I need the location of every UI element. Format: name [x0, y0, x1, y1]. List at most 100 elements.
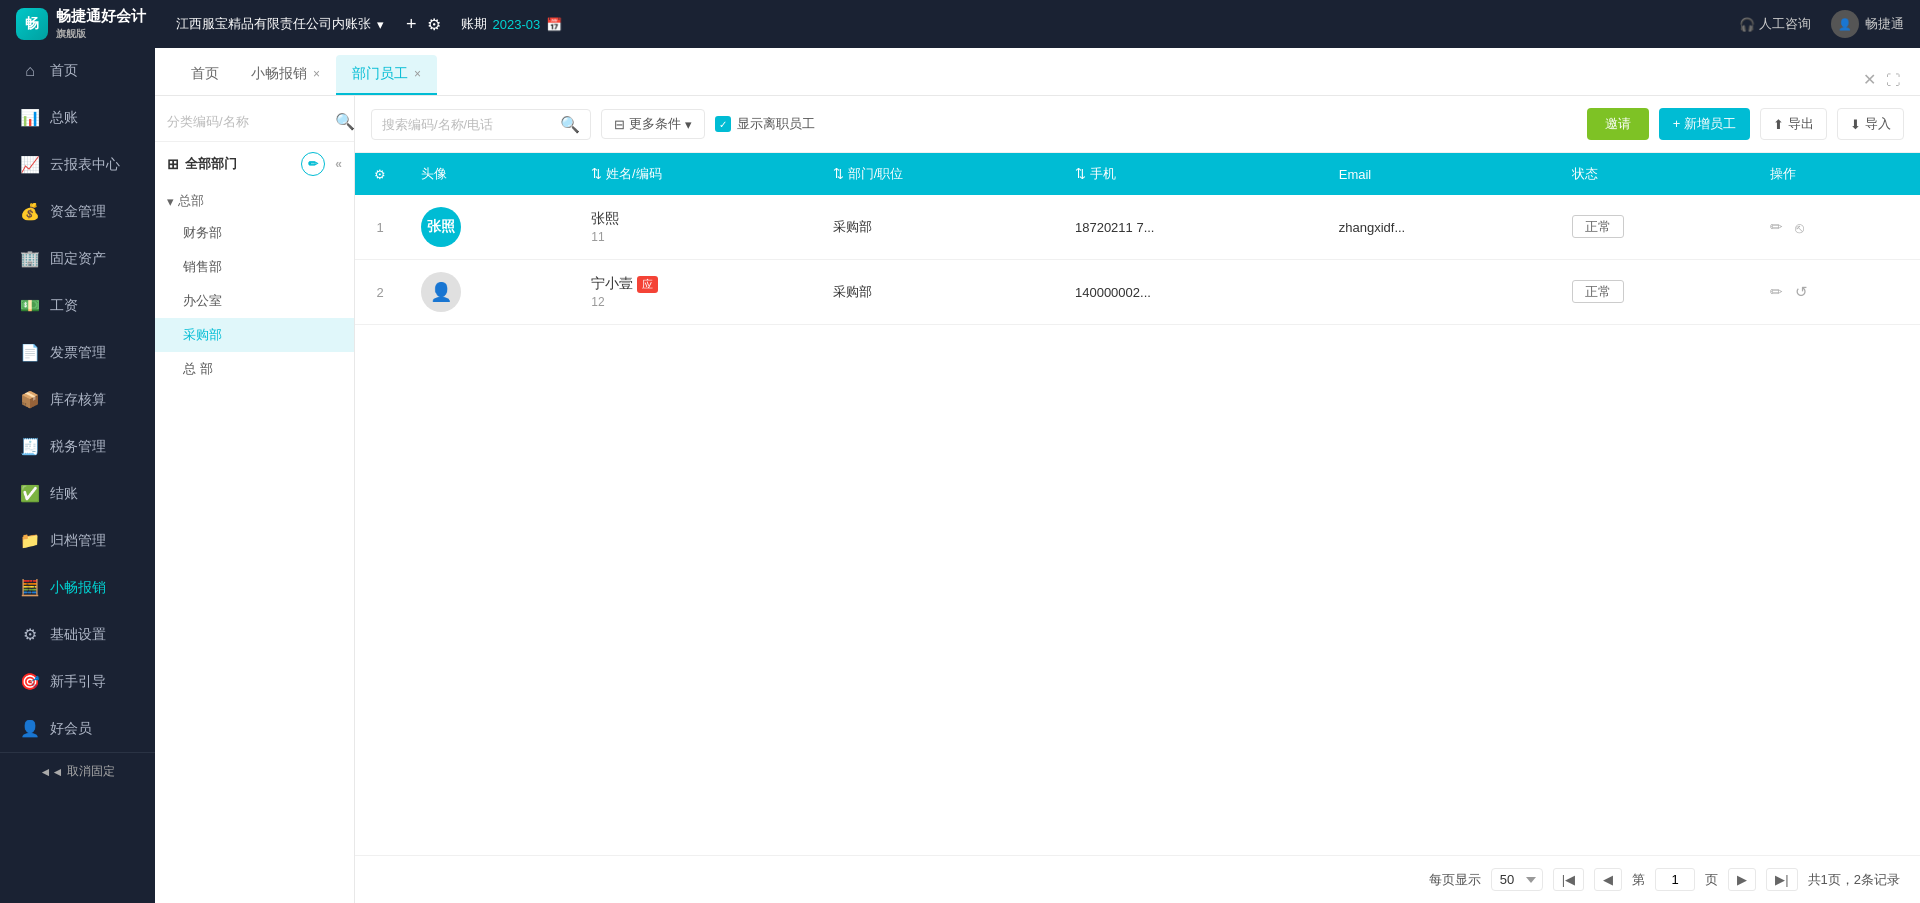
username: 畅捷通: [1865, 15, 1904, 33]
dept-grid-icon: ⊞: [167, 156, 179, 172]
sidebar-item-reports[interactable]: 📈 云报表中心: [0, 141, 155, 188]
sidebar-item-payroll[interactable]: 💵 工资: [0, 282, 155, 329]
sidebar-label-ledger: 总账: [50, 109, 78, 127]
page-label: 页: [1705, 871, 1718, 889]
table-row: 2 👤 宁小壹: [355, 260, 1920, 325]
col-name-code[interactable]: ⇅ 姓名/编码: [575, 153, 817, 195]
sidebar-item-funds[interactable]: 💰 资金管理: [0, 188, 155, 235]
per-page-select[interactable]: 50 10 20 100: [1491, 868, 1543, 891]
sidebar-item-guide[interactable]: 🎯 新手引导: [0, 658, 155, 705]
dept-item-office[interactable]: 办公室: [155, 284, 354, 318]
row2-avatar: 👤: [405, 260, 575, 325]
dept-item-sales[interactable]: 销售部: [155, 250, 354, 284]
tab-dept-close[interactable]: ×: [414, 67, 421, 81]
sidebar-label-invoice: 发票管理: [50, 344, 106, 362]
export-button[interactable]: ⬆ 导出: [1760, 108, 1827, 140]
row2-refresh-btn[interactable]: ↺: [1795, 283, 1808, 301]
col-settings[interactable]: ⚙: [355, 153, 405, 195]
payroll-icon: 💵: [20, 296, 40, 315]
ai-consult-btn[interactable]: 🎧 人工咨询: [1739, 15, 1811, 33]
avatar-zhang: 张照: [421, 207, 461, 247]
settings-button[interactable]: ⚙: [427, 15, 441, 34]
row1-email: zhangxidf...: [1323, 195, 1556, 260]
add-button[interactable]: +: [406, 14, 417, 35]
dept-panel: 🔍 ⊞ 全部部门 ✏ « ▾ 总部 财务部: [155, 96, 355, 903]
period-value: 2023-03: [493, 17, 541, 32]
invite-button[interactable]: 邀请: [1587, 108, 1649, 140]
window-expand-btn[interactable]: ⛶: [1886, 72, 1900, 88]
sidebar-label-expense: 小畅报销: [50, 579, 106, 597]
tax-icon: 🧾: [20, 437, 40, 456]
window-close-btn[interactable]: ✕: [1863, 70, 1876, 89]
dept-edit-btn[interactable]: ✏: [301, 152, 325, 176]
dept-search-input[interactable]: [167, 114, 335, 129]
page-next-btn[interactable]: ▶: [1728, 868, 1756, 891]
ledger-icon: 📊: [20, 108, 40, 127]
filter-dropdown-icon: ▾: [685, 117, 692, 132]
dept-item-finance[interactable]: 财务部: [155, 216, 354, 250]
employee-search-box: 🔍: [371, 109, 591, 140]
employee-search-input[interactable]: [382, 117, 554, 132]
page-prev-btn[interactable]: ◀: [1594, 868, 1622, 891]
sidebar-item-home[interactable]: ⌂ 首页: [0, 48, 155, 94]
logo-icon: 畅: [16, 8, 48, 40]
page-first-btn[interactable]: |◀: [1553, 868, 1584, 891]
page-jump-label: 第: [1632, 871, 1645, 889]
sidebar-item-settings[interactable]: ⚙ 基础设置: [0, 611, 155, 658]
sidebar-item-member[interactable]: 👤 好会员: [0, 705, 155, 752]
sidebar: ⌂ 首页 📊 总账 📈 云报表中心 💰 资金管理 🏢 固定资产 💵 工资 📄 发…: [0, 48, 155, 903]
row1-index: 1: [355, 195, 405, 260]
dept-collapse-icon[interactable]: «: [335, 157, 342, 171]
tab-expense-close[interactable]: ×: [313, 67, 320, 81]
sidebar-item-assets[interactable]: 🏢 固定资产: [0, 235, 155, 282]
more-filter-btn[interactable]: ⊟ 更多条件 ▾: [601, 109, 705, 139]
import-button[interactable]: ⬇ 导入: [1837, 108, 1904, 140]
show-leave-row[interactable]: ✓ 显示离职员工: [715, 115, 815, 133]
row1-name: 张熙: [591, 210, 801, 228]
row1-avatar: 张照: [405, 195, 575, 260]
company-dropdown-icon: ▾: [377, 17, 384, 32]
sidebar-item-archive[interactable]: 📁 归档管理: [0, 517, 155, 564]
sidebar-label-member: 好会员: [50, 720, 92, 738]
row1-edit-btn[interactable]: ✏: [1770, 218, 1783, 236]
row2-edit-btn[interactable]: ✏: [1770, 283, 1783, 301]
sidebar-label-archive: 归档管理: [50, 532, 106, 550]
sidebar-item-inventory[interactable]: 📦 库存核算: [0, 376, 155, 423]
page-content: 🔍 ⊞ 全部部门 ✏ « ▾ 总部 财务部: [155, 96, 1920, 903]
dept-tree: ▾ 总部 财务部 销售部 办公室 采购部: [155, 182, 354, 390]
page-input[interactable]: [1655, 868, 1695, 891]
col-action: 操作: [1754, 153, 1920, 195]
sidebar-item-expense[interactable]: 🧮 小畅报销: [0, 564, 155, 611]
row1-logout-btn[interactable]: ⎋: [1795, 219, 1804, 236]
tab-home-label: 首页: [191, 65, 219, 83]
export-icon: ⬆: [1773, 117, 1784, 132]
add-employee-button[interactable]: + 新增员工: [1659, 108, 1750, 140]
sidebar-item-invoice[interactable]: 📄 发票管理: [0, 329, 155, 376]
sidebar-item-close[interactable]: ✅ 结账: [0, 470, 155, 517]
row2-status: 正常: [1556, 260, 1755, 325]
page-last-btn[interactable]: ▶|: [1766, 868, 1797, 891]
row1-actions: ✏ ⎋: [1754, 195, 1920, 260]
sidebar-collapse-btn[interactable]: ◄◄ 取消固定: [0, 752, 155, 790]
dept-item-purchase[interactable]: 采购部: [155, 318, 354, 352]
sidebar-label-tax: 税务管理: [50, 438, 106, 456]
tab-department[interactable]: 部门员工 ×: [336, 55, 437, 95]
col-phone[interactable]: ⇅ 手机: [1059, 153, 1323, 195]
dept-item-headquarters[interactable]: 总 部: [155, 352, 354, 386]
sidebar-item-ledger[interactable]: 📊 总账: [0, 94, 155, 141]
toolbar-right: 邀请 + 新增员工 ⬆ 导出 ⬇ 导入: [1587, 108, 1904, 140]
employee-search-icon[interactable]: 🔍: [560, 115, 580, 134]
row2-code: 12: [591, 295, 801, 309]
dept-search-icon[interactable]: 🔍: [335, 112, 355, 131]
show-leave-checkbox[interactable]: ✓: [715, 116, 731, 132]
dept-all-row[interactable]: ⊞ 全部部门 ✏ «: [155, 142, 354, 182]
col-email: Email: [1323, 153, 1556, 195]
dept-parent-label: 总部: [178, 192, 204, 210]
sidebar-item-tax[interactable]: 🧾 税务管理: [0, 423, 155, 470]
company-selector[interactable]: 江西服宝精品有限责任公司内账张 ▾: [166, 11, 394, 37]
col-dept-position[interactable]: ⇅ 部门/职位: [817, 153, 1059, 195]
tab-expense[interactable]: 小畅报销 ×: [235, 55, 336, 95]
tab-home[interactable]: 首页: [175, 55, 235, 95]
calendar-icon[interactable]: 📅: [546, 17, 562, 32]
dept-item-parent-head[interactable]: ▾ 总部: [155, 186, 354, 216]
